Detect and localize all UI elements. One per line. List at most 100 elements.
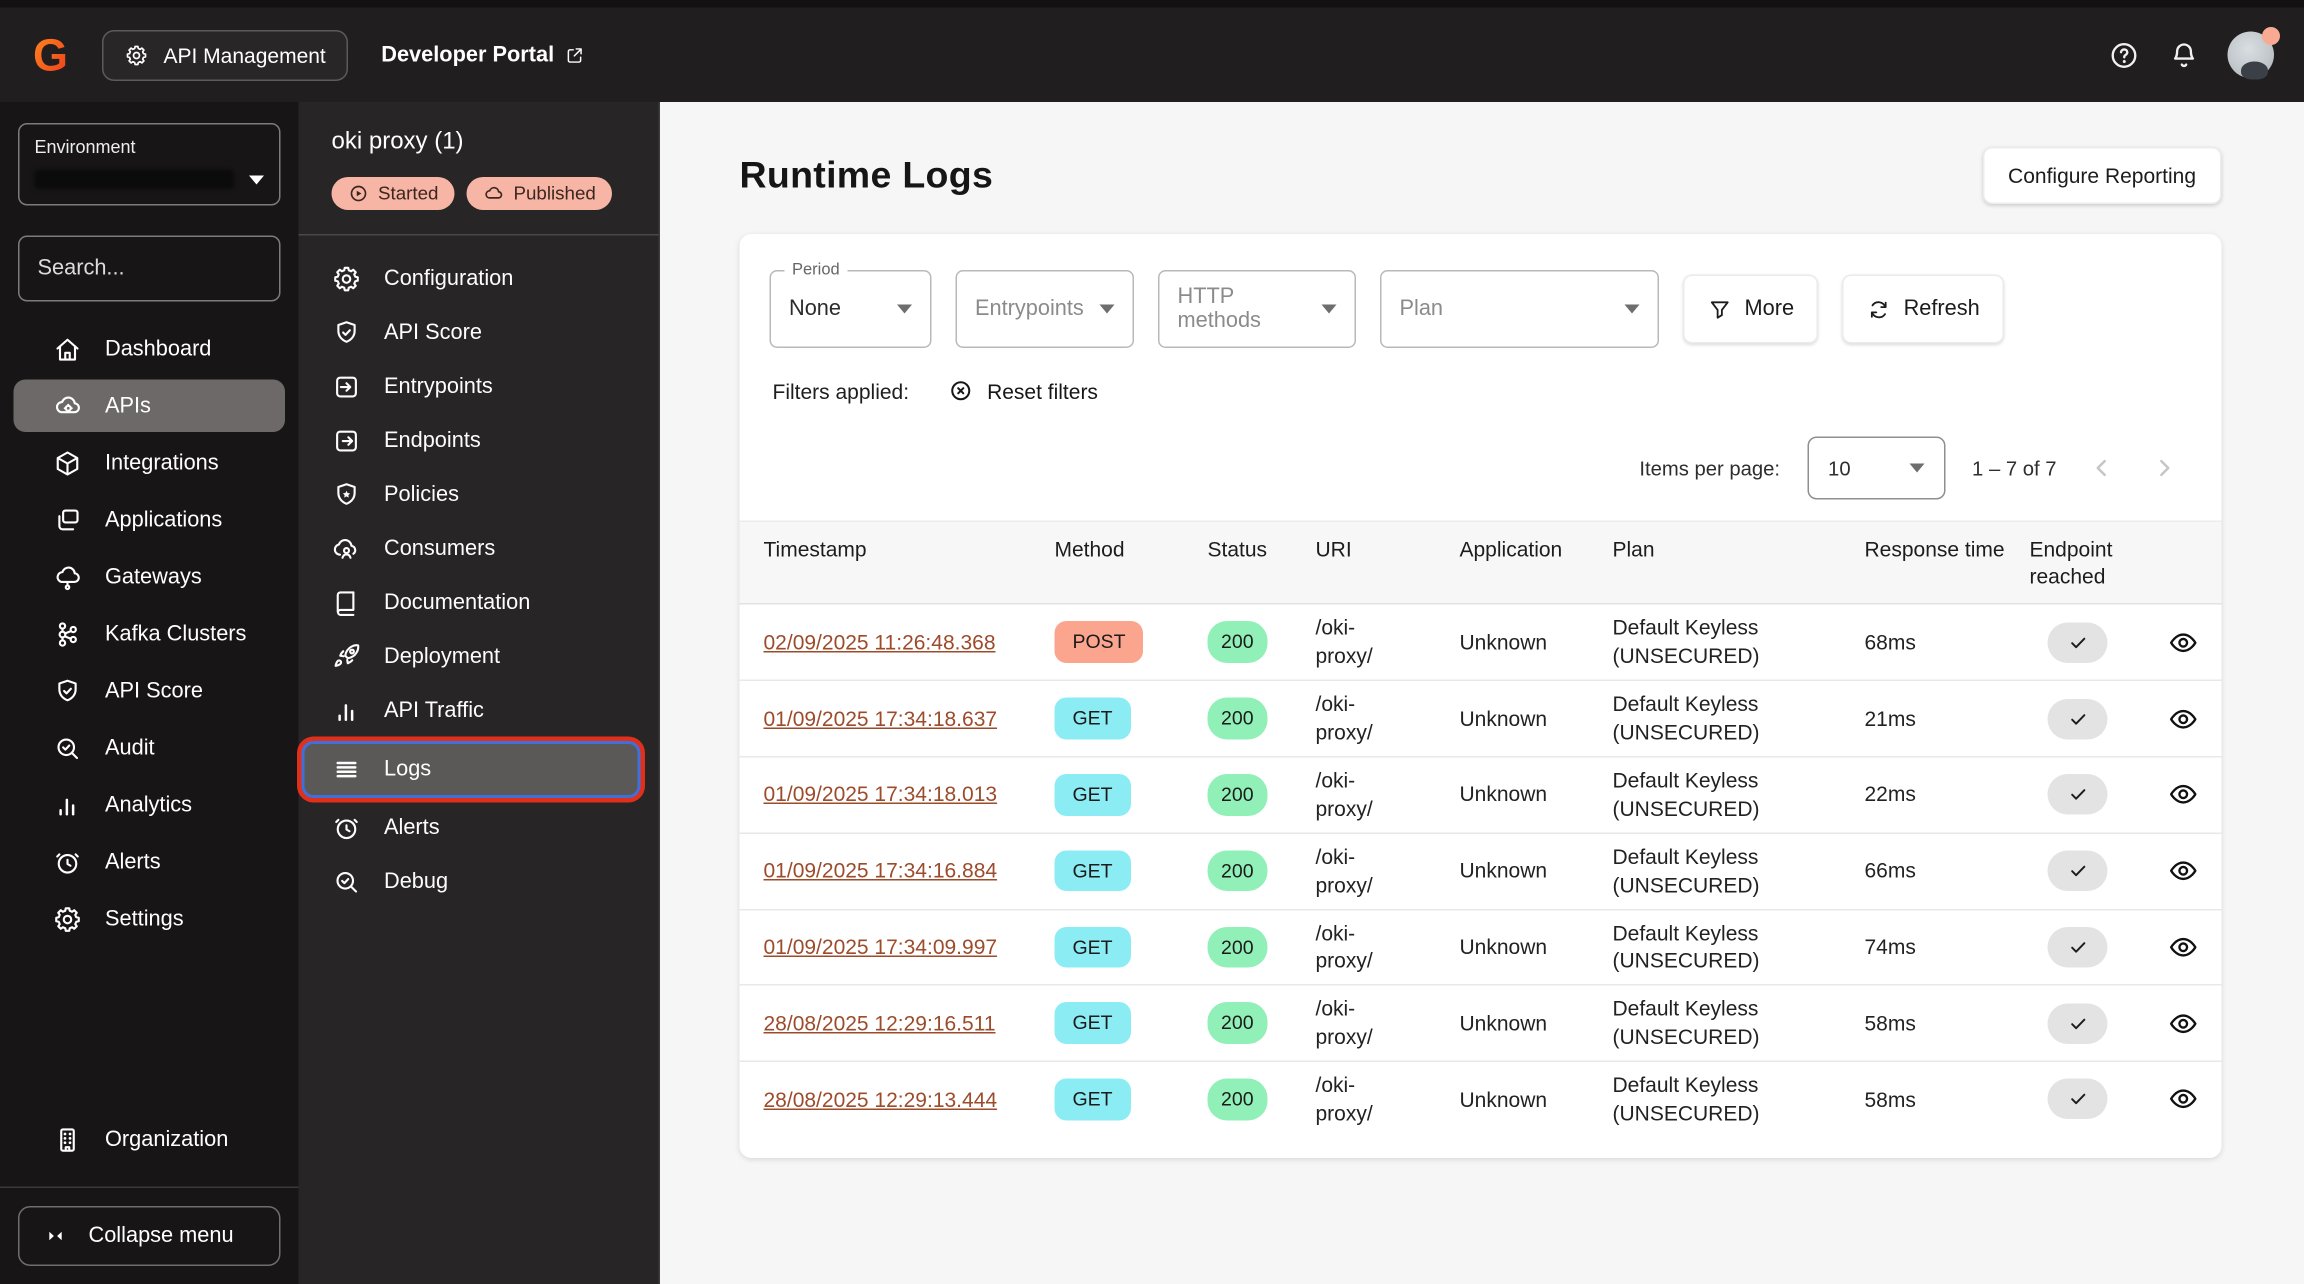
log-timestamp-link[interactable]: 01/09/2025 17:34:18.013	[764, 782, 998, 806]
log-timestamp-link[interactable]: 28/08/2025 12:29:13.444	[764, 1087, 998, 1111]
sidebar-item-kafka-clusters[interactable]: Kafka Clusters	[14, 608, 286, 661]
api-menu-item-alerts[interactable]: Alerts	[299, 803, 641, 854]
sidebar-item-api-score[interactable]: API Score	[14, 665, 286, 718]
view-log-button[interactable]	[2165, 776, 2203, 814]
api-menu-item-debug[interactable]: Debug	[299, 857, 641, 908]
bar-chart-icon	[53, 790, 83, 820]
chevron-left-icon	[2087, 453, 2117, 483]
uri-cell: /oki-proxy/	[1315, 691, 1373, 745]
sidebar-item-label: API Score	[105, 678, 203, 703]
sidebar-item-alerts[interactable]: Alerts	[14, 836, 286, 889]
kafka-icon	[53, 619, 83, 649]
log-timestamp-link[interactable]: 02/09/2025 11:26:48.368	[764, 630, 996, 654]
help-button[interactable]	[2108, 38, 2141, 71]
next-page-button[interactable]	[2147, 450, 2183, 486]
view-log-button[interactable]	[2165, 928, 2203, 966]
previous-page-button[interactable]	[2084, 450, 2120, 486]
external-link-icon	[565, 44, 586, 65]
response-time-cell: 58ms	[1864, 1010, 1916, 1035]
environment-value-redacted	[34, 169, 234, 189]
log-timestamp-link[interactable]: 01/09/2025 17:34:18.637	[764, 706, 998, 730]
plan-cell: Default Keyless (UNSECURED)	[1612, 615, 1760, 668]
notifications-button[interactable]	[2168, 38, 2201, 71]
view-log-button[interactable]	[2165, 1005, 2203, 1043]
entrypoints-select[interactable]: Entrypoints	[955, 270, 1134, 348]
sidebar-item-apis[interactable]: APIs	[13, 379, 285, 432]
sidebar-item-organization[interactable]: Organization	[14, 1113, 286, 1166]
alarm-clock-icon	[332, 813, 362, 843]
period-select[interactable]: Period None	[769, 261, 932, 348]
windows-icon	[53, 505, 83, 535]
environment-select[interactable]: Environment	[18, 123, 281, 206]
api-menu-item-endpoints[interactable]: Endpoints	[299, 416, 641, 467]
user-avatar[interactable]	[2227, 27, 2280, 80]
sidebar-item-audit[interactable]: Audit	[14, 722, 286, 775]
table-row: 01/09/2025 17:34:18.637 GET 200 /oki-pro…	[739, 681, 2222, 758]
sidebar-item-label: Analytics	[105, 792, 193, 817]
api-menu-item-consumers[interactable]: Consumers	[299, 524, 641, 575]
sidebar-item-label: Settings	[105, 906, 184, 931]
sidebar-item-gateways[interactable]: Gateways	[14, 551, 286, 604]
http-methods-select[interactable]: HTTP methods	[1158, 270, 1356, 348]
more-filters-button[interactable]: More	[1683, 274, 1819, 344]
api-menu-label: Deployment	[384, 645, 501, 669]
sidebar-item-applications[interactable]: Applications	[14, 494, 286, 547]
sidebar-search[interactable]	[18, 235, 281, 302]
shield-star-icon	[332, 480, 362, 510]
view-log-button[interactable]	[2165, 624, 2203, 662]
method-badge: GET	[1054, 1002, 1131, 1044]
items-per-page-value: 10	[1828, 456, 1851, 480]
view-log-button[interactable]	[2165, 700, 2203, 738]
sidebar-item-settings[interactable]: Settings	[14, 893, 286, 946]
view-log-button[interactable]	[2165, 1081, 2203, 1119]
collapse-menu-label: Collapse menu	[88, 1224, 234, 1248]
sidebar-item-label: Applications	[105, 507, 223, 532]
status-badge: 200	[1207, 774, 1268, 816]
developer-portal-link[interactable]: Developer Portal	[381, 43, 585, 67]
api-menu-item-configuration[interactable]: Configuration	[299, 254, 641, 305]
refresh-button[interactable]: Refresh	[1842, 274, 2004, 344]
sidebar-item-dashboard[interactable]: Dashboard	[14, 323, 286, 376]
gear-icon	[125, 43, 149, 67]
eye-icon	[2168, 703, 2200, 735]
eye-icon	[2168, 1084, 2200, 1116]
api-menu-item-api-score[interactable]: API Score	[299, 308, 641, 359]
col-timestamp: Timestamp	[763, 537, 867, 561]
api-menu-item-logs[interactable]: Logs	[304, 744, 638, 795]
collapse-menu-button[interactable]: Collapse menu	[18, 1206, 281, 1266]
eye-icon	[2168, 1008, 2200, 1040]
api-menu-item-api-traffic[interactable]: API Traffic	[299, 686, 641, 737]
endpoint-reached-check	[2047, 850, 2108, 892]
api-menu-item-deployment[interactable]: Deployment	[299, 632, 641, 683]
items-per-page-select[interactable]: 10	[1807, 436, 1946, 500]
plan-cell: Default Keyless (UNSECURED)	[1612, 767, 1760, 821]
main-sidebar: Environment Dashboard APIs Integrations …	[0, 102, 299, 1284]
check-icon	[2066, 631, 2089, 654]
plan-cell: Default Keyless (UNSECURED)	[1612, 996, 1760, 1049]
api-menu-item-documentation[interactable]: Documentation	[299, 578, 641, 629]
log-timestamp-link[interactable]: 28/08/2025 12:29:16.511	[764, 1011, 996, 1035]
api-menu-label: Entrypoints	[384, 375, 493, 399]
sidebar-item-label: APIs	[105, 393, 151, 418]
product-switcher-button[interactable]: API Management	[102, 29, 349, 81]
sidebar-nav: Dashboard APIs Integrations Applications…	[0, 323, 299, 946]
table-row: 02/09/2025 11:26:48.368 POST 200 /oki-pr…	[739, 605, 2222, 682]
search-input[interactable]	[37, 256, 318, 281]
configure-reporting-button[interactable]: Configure Reporting	[1982, 147, 2222, 204]
reset-filters-button[interactable]: Reset filters	[948, 378, 1098, 404]
check-icon	[2066, 860, 2089, 883]
view-log-button[interactable]	[2165, 852, 2203, 890]
api-menu-item-policies[interactable]: Policies	[299, 470, 641, 521]
log-timestamp-link[interactable]: 01/09/2025 17:34:09.997	[764, 934, 998, 958]
response-time-cell: 68ms	[1864, 629, 1916, 654]
log-timestamp-link[interactable]: 01/09/2025 17:34:16.884	[764, 858, 998, 882]
sidebar-item-integrations[interactable]: Integrations	[14, 437, 286, 490]
started-badge: Started	[331, 177, 455, 210]
endpoint-reached-check	[2047, 926, 2108, 968]
sidebar-item-analytics[interactable]: Analytics	[14, 779, 286, 832]
alarm-clock-icon	[53, 847, 83, 877]
plan-cell: Default Keyless (UNSECURED)	[1612, 920, 1760, 973]
response-time-cell: 22ms	[1864, 782, 1916, 807]
api-menu-item-entrypoints[interactable]: Entrypoints	[299, 362, 641, 413]
plan-select[interactable]: Plan	[1380, 270, 1659, 348]
